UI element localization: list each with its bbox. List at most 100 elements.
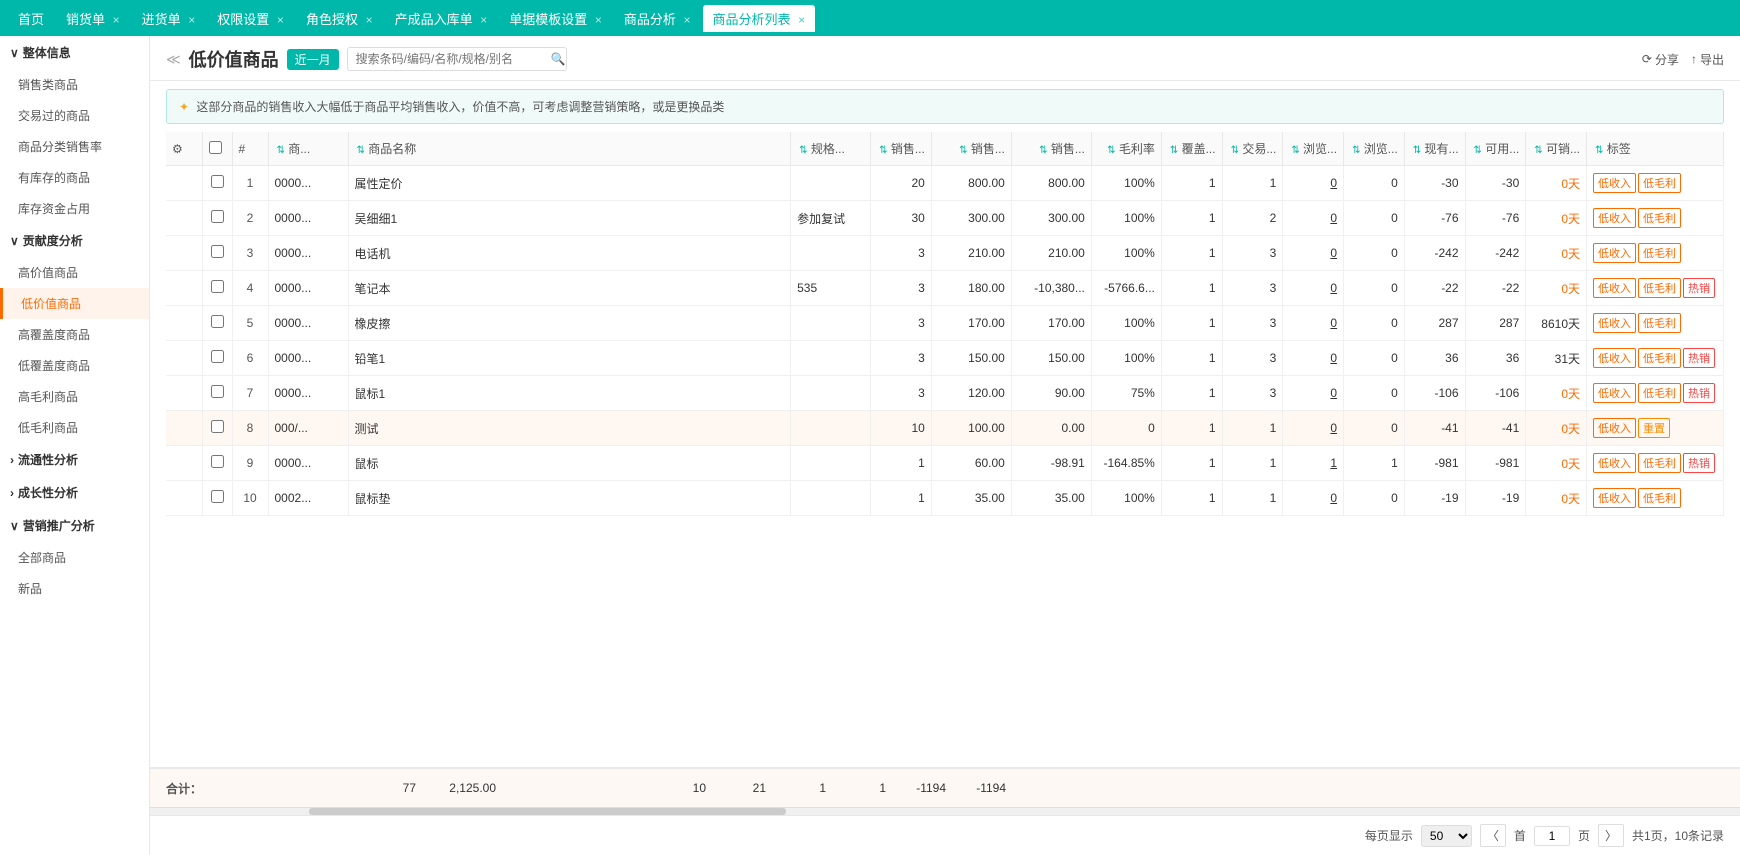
sort-margin-icon[interactable]: ⇅: [1107, 145, 1115, 156]
th-available[interactable]: ⇅ 可用...: [1465, 132, 1526, 166]
row-browse1[interactable]: 0: [1283, 341, 1344, 376]
sidebar-item-low-coverage[interactable]: 低覆盖度商品: [0, 350, 149, 381]
row-checkbox[interactable]: [211, 385, 224, 398]
nav-template[interactable]: 单据模板设置 ×: [499, 5, 612, 32]
close-permission-icon[interactable]: ×: [277, 13, 284, 27]
browse-link[interactable]: 0: [1330, 176, 1337, 190]
th-tags[interactable]: ⇅ 标签: [1587, 132, 1724, 166]
nav-analysis-list[interactable]: 商品分析列表 ×: [703, 5, 816, 32]
nav-purchase[interactable]: 进货单 ×: [132, 5, 206, 32]
row-name[interactable]: 鼠标垫: [348, 481, 791, 516]
th-name[interactable]: ⇅ 商品名称: [348, 132, 791, 166]
row-name[interactable]: 铅笔1: [348, 341, 791, 376]
th-check[interactable]: [202, 132, 232, 166]
nav-product-in[interactable]: 产成品入库单 ×: [385, 5, 498, 32]
browse-link[interactable]: 0: [1330, 351, 1337, 365]
close-purchase-icon[interactable]: ×: [188, 13, 195, 27]
sidebar-item-sales-goods[interactable]: 销售类商品: [0, 69, 149, 100]
sidebar-item-low-margin[interactable]: 低毛利商品: [0, 412, 149, 443]
sort-sales2-icon[interactable]: ⇅: [1039, 145, 1047, 156]
sidebar-item-traded-goods[interactable]: 交易过的商品: [0, 100, 149, 131]
sort-name-icon[interactable]: ⇅: [357, 145, 365, 156]
sidebar-item-stock-fund[interactable]: 库存资金占用: [0, 193, 149, 224]
settings-icon[interactable]: ⚙: [172, 142, 183, 156]
row-checkbox-cell[interactable]: [202, 376, 232, 411]
sidebar-item-low-value[interactable]: 低价值商品: [0, 288, 149, 319]
row-checkbox[interactable]: [211, 350, 224, 363]
th-sellable[interactable]: ⇅ 可销...: [1526, 132, 1587, 166]
th-sales2[interactable]: ⇅ 销售...: [1011, 132, 1091, 166]
sidebar-item-high-coverage[interactable]: 高覆盖度商品: [0, 319, 149, 350]
th-browse1[interactable]: ⇅ 浏览...: [1283, 132, 1344, 166]
row-browse1[interactable]: 0: [1283, 306, 1344, 341]
row-browse1[interactable]: 0: [1283, 201, 1344, 236]
row-checkbox-cell[interactable]: [202, 271, 232, 306]
row-checkbox-cell[interactable]: [202, 446, 232, 481]
sidebar-item-all-goods[interactable]: 全部商品: [0, 542, 149, 573]
first-page-button[interactable]: 〈: [1480, 824, 1506, 847]
share-button[interactable]: ⟳ 分享: [1642, 51, 1679, 68]
row-name[interactable]: 笔记本: [348, 271, 791, 306]
row-browse1[interactable]: 0: [1283, 271, 1344, 306]
nav-role[interactable]: 角色授权 ×: [296, 5, 383, 32]
table-container[interactable]: ⚙ # ⇅ 商... ⇅ 商品名称 ⇅ 规格... ⇅ 销售... ⇅ 销售..…: [150, 132, 1740, 767]
row-checkbox-cell[interactable]: [202, 481, 232, 516]
browse-link[interactable]: 0: [1330, 421, 1337, 435]
row-name[interactable]: 鼠标: [348, 446, 791, 481]
row-name[interactable]: 橡皮擦: [348, 306, 791, 341]
row-checkbox[interactable]: [211, 315, 224, 328]
sort-trade-icon[interactable]: ⇅: [1231, 145, 1239, 156]
sort-available-icon[interactable]: ⇅: [1474, 145, 1482, 156]
sidebar-item-category-rate[interactable]: 商品分类销售率: [0, 131, 149, 162]
browse-link[interactable]: 0: [1330, 316, 1337, 330]
row-checkbox[interactable]: [211, 490, 224, 503]
row-checkbox[interactable]: [211, 280, 224, 293]
row-checkbox-cell[interactable]: [202, 341, 232, 376]
nav-sales[interactable]: 销货单 ×: [56, 5, 130, 32]
row-browse1[interactable]: 1: [1283, 446, 1344, 481]
row-browse1[interactable]: 0: [1283, 411, 1344, 446]
th-no[interactable]: #: [232, 132, 268, 166]
filter-tag[interactable]: 近一月: [287, 49, 339, 70]
row-name[interactable]: 鼠标1: [348, 376, 791, 411]
page-number-input[interactable]: [1534, 826, 1570, 846]
browse-link[interactable]: 0: [1330, 281, 1337, 295]
row-browse1[interactable]: 0: [1283, 376, 1344, 411]
sidebar-section-liquidity[interactable]: › 流通性分析: [0, 443, 149, 476]
th-trade[interactable]: ⇅ 交易...: [1222, 132, 1283, 166]
row-checkbox[interactable]: [211, 420, 224, 433]
sidebar-item-high-value[interactable]: 高价值商品: [0, 257, 149, 288]
row-checkbox[interactable]: [211, 455, 224, 468]
sort-sellable-icon[interactable]: ⇅: [1534, 145, 1542, 156]
browse-link[interactable]: 0: [1330, 386, 1337, 400]
row-checkbox[interactable]: [211, 245, 224, 258]
browse-link[interactable]: 0: [1330, 491, 1337, 505]
per-page-select[interactable]: 50 100 200: [1421, 825, 1472, 847]
row-checkbox-cell[interactable]: [202, 236, 232, 271]
th-spec[interactable]: ⇅ 规格...: [791, 132, 871, 166]
row-name[interactable]: 电话机: [348, 236, 791, 271]
search-input[interactable]: [347, 47, 567, 71]
nav-home[interactable]: 首页: [8, 5, 54, 32]
collapse-sidebar-icon[interactable]: ≪: [166, 51, 181, 68]
sort-price-icon[interactable]: ⇅: [959, 145, 967, 156]
browse-link[interactable]: 1: [1330, 456, 1337, 470]
browse-link[interactable]: 0: [1330, 246, 1337, 260]
select-all-checkbox[interactable]: [209, 141, 222, 154]
sort-spec-icon[interactable]: ⇅: [799, 145, 807, 156]
close-analysis-list-icon[interactable]: ×: [798, 13, 805, 27]
search-icon[interactable]: 🔍: [551, 52, 566, 66]
close-analysis-icon[interactable]: ×: [683, 13, 690, 27]
th-current[interactable]: ⇅ 现有...: [1404, 132, 1465, 166]
browse-link[interactable]: 0: [1330, 211, 1337, 225]
row-checkbox-cell[interactable]: [202, 166, 232, 201]
close-role-icon[interactable]: ×: [366, 13, 373, 27]
sort-cover-icon[interactable]: ⇅: [1170, 145, 1178, 156]
sidebar-item-stock-goods[interactable]: 有库存的商品: [0, 162, 149, 193]
th-browse2[interactable]: ⇅ 浏览...: [1344, 132, 1405, 166]
row-name[interactable]: 测试: [348, 411, 791, 446]
nav-permission[interactable]: 权限设置 ×: [207, 5, 294, 32]
sidebar-item-new-goods[interactable]: 新品: [0, 573, 149, 604]
sidebar-section-marketing[interactable]: ∨ 营销推广分析: [0, 509, 149, 542]
nav-analysis[interactable]: 商品分析 ×: [614, 5, 701, 32]
